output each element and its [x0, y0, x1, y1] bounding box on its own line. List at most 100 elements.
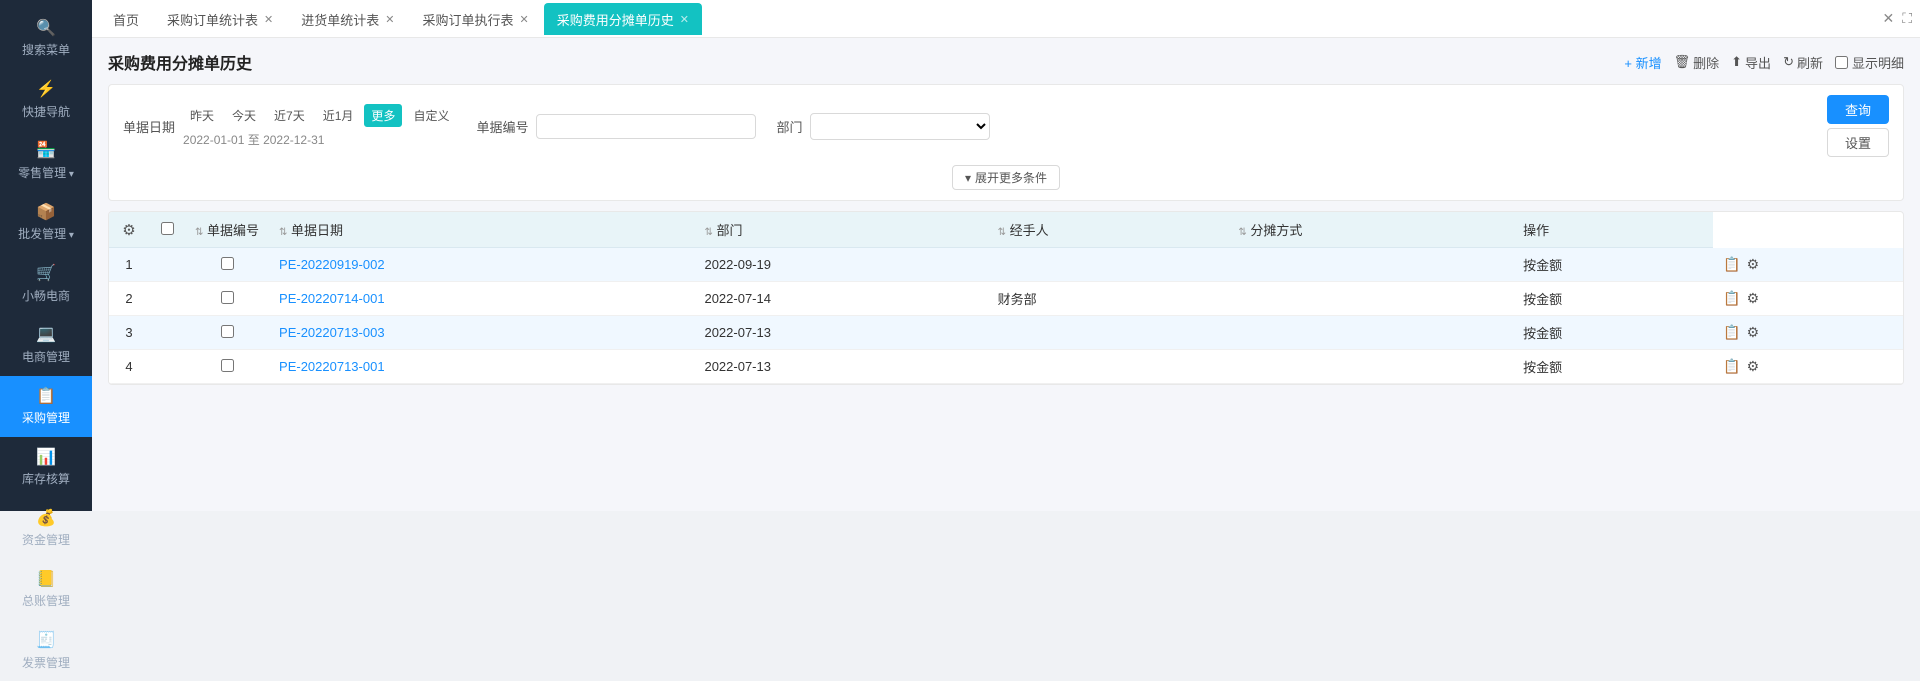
row-edit-btn-0[interactable]: 📋: [1723, 256, 1740, 273]
tab-purchase-fee-history[interactable]: 采购费用分摊单历史 ✕: [544, 3, 702, 35]
row-actions-3: 📋 ⚙: [1713, 350, 1903, 384]
sidebar-item-invoice[interactable]: 🧾发票管理: [0, 620, 92, 681]
col-header-doc-no: ⇅ 单据编号: [185, 212, 269, 248]
refresh-icon: ↻: [1783, 54, 1794, 70]
row-split-method-3: 按金额: [1513, 350, 1713, 384]
sidebar-item-label: 资金管理: [22, 533, 70, 547]
tab-purchase-order-stats[interactable]: 采购订单统计表✕: [154, 3, 286, 35]
tab-close-purchase-goods-stats[interactable]: ✕: [385, 13, 394, 26]
col-header-actions: 操作: [1513, 212, 1713, 248]
sort-icon-split[interactable]: ⇅: [1238, 227, 1246, 238]
maximize-window-icon[interactable]: ⛶: [1902, 10, 1912, 27]
sidebar-item-finance[interactable]: 💰资金管理: [0, 498, 92, 559]
row-more-btn-3[interactable]: ⚙: [1747, 358, 1760, 375]
sidebar-item-ledger[interactable]: 📒总账管理: [0, 559, 92, 620]
row-checkbox-3[interactable]: [221, 359, 234, 372]
sidebar-item-ecommerce-small[interactable]: 🛒小畅电商: [0, 253, 92, 314]
row-doc-date-0: 2022-09-19: [694, 248, 987, 282]
table-settings-icon[interactable]: ⚙: [122, 222, 135, 239]
row-split-method-0: 按金额: [1513, 248, 1713, 282]
date-btn-more[interactable]: 更多: [364, 104, 402, 127]
tab-purchase-order-exec[interactable]: 采购订单执行表✕: [409, 3, 541, 35]
query-button[interactable]: 查询: [1827, 95, 1889, 124]
dept-select[interactable]: [810, 113, 990, 140]
search-bar: 单据日期 昨天 今天 近7天 近1月 更多 自定义 2022-01-01 至 2…: [108, 84, 1904, 201]
row-check-0: [185, 248, 269, 282]
row-checkbox-0[interactable]: [221, 257, 234, 270]
date-field: 单据日期 昨天 今天 近7天 近1月 更多 自定义 2022-01-01 至 2…: [123, 104, 456, 148]
ecommerce-small-icon: 🛒: [4, 263, 88, 285]
row-edit-btn-2[interactable]: 📋: [1723, 324, 1740, 341]
tab-label-purchase-goods-stats: 进货单统计表: [301, 10, 379, 29]
row-edit-btn-3[interactable]: 📋: [1723, 358, 1740, 375]
sidebar-item-label: 采购管理: [22, 411, 70, 425]
row-setting-2: [149, 316, 185, 350]
row-setting-0: [149, 248, 185, 282]
tab-label-purchase-fee-history: 采购费用分摊单历史: [557, 10, 674, 29]
add-button[interactable]: + 新增: [1624, 53, 1661, 72]
date-btn-7days[interactable]: 近7天: [267, 104, 312, 127]
row-actions-2: 📋 ⚙: [1713, 316, 1903, 350]
tab-close-purchase-order-stats[interactable]: ✕: [264, 13, 273, 26]
date-btn-yesterday[interactable]: 昨天: [183, 104, 221, 127]
date-btn-custom[interactable]: 自定义: [406, 104, 456, 127]
tab-home[interactable]: 首页: [100, 3, 152, 35]
col-header-setting: ⚙: [109, 212, 149, 248]
row-handler-1: [1228, 282, 1513, 316]
shortcut-icon: ⚡: [4, 79, 88, 101]
ecommerce-icon: 💻: [4, 324, 88, 346]
doc-no-input[interactable]: [536, 114, 756, 139]
settings-button[interactable]: 设置: [1827, 128, 1889, 157]
chevron-down-icon: ▾: [965, 171, 971, 185]
show-columns-checkbox[interactable]: [1835, 56, 1848, 69]
table-row: 4 PE-20220713-001 2022-07-13 按金额 📋 ⚙: [109, 350, 1903, 384]
sidebar-item-label: 发票管理: [22, 656, 70, 670]
sidebar-item-ecommerce[interactable]: 💻电商管理: [0, 314, 92, 375]
show-columns-toggle[interactable]: 显示明细: [1835, 53, 1904, 72]
refresh-button[interactable]: ↻ 刷新: [1783, 53, 1823, 72]
row-split-method-1: 按金额: [1513, 282, 1713, 316]
row-checkbox-1[interactable]: [221, 291, 234, 304]
row-setting-3: [149, 350, 185, 384]
sidebar-item-search[interactable]: 🔍搜索菜单: [0, 8, 92, 69]
row-doc-date-3: 2022-07-13: [694, 350, 987, 384]
sort-icon-doc-date[interactable]: ⇅: [279, 227, 287, 238]
sidebar-item-label: 搜索菜单: [22, 43, 70, 57]
sidebar-item-retail[interactable]: 🏪零售管理 ▾: [0, 130, 92, 191]
doc-no-link-2[interactable]: PE-20220713-003: [279, 325, 385, 340]
sort-icon-dept[interactable]: ⇅: [704, 227, 712, 238]
row-doc-date-1: 2022-07-14: [694, 282, 987, 316]
export-button[interactable]: ⬆ 导出: [1731, 53, 1771, 72]
select-all-checkbox[interactable]: [161, 222, 174, 235]
close-window-icon[interactable]: ✕: [1882, 10, 1894, 27]
sidebar-item-inventory[interactable]: 📊库存核算: [0, 437, 92, 498]
row-more-btn-2[interactable]: ⚙: [1747, 324, 1760, 341]
col-header-handler: ⇅ 经手人: [988, 212, 1229, 248]
dept-label: 部门: [776, 117, 802, 136]
tab-close-purchase-order-exec[interactable]: ✕: [520, 13, 529, 26]
row-checkbox-2[interactable]: [221, 325, 234, 338]
tab-purchase-goods-stats[interactable]: 进货单统计表 ✕: [288, 3, 407, 35]
search-row: 单据日期 昨天 今天 近7天 近1月 更多 自定义 2022-01-01 至 2…: [123, 95, 1889, 157]
date-btn-today[interactable]: 今天: [225, 104, 263, 127]
sidebar-item-label: 零售管理: [18, 166, 66, 180]
row-actions-0: 📋 ⚙: [1713, 248, 1903, 282]
delete-button[interactable]: 🗑 删除: [1674, 53, 1720, 72]
row-more-btn-1[interactable]: ⚙: [1747, 290, 1760, 307]
sidebar-item-shortcut[interactable]: ⚡快捷导航: [0, 69, 92, 130]
sort-icon-handler[interactable]: ⇅: [998, 227, 1006, 238]
doc-no-link-0[interactable]: PE-20220919-002: [279, 257, 385, 272]
row-check-3: [185, 350, 269, 384]
expand-button[interactable]: ▾ 展开更多条件: [952, 165, 1060, 190]
sidebar-item-wholesale[interactable]: 📦批发管理 ▾: [0, 192, 92, 253]
doc-no-link-3[interactable]: PE-20220713-001: [279, 359, 385, 374]
doc-no-link-1[interactable]: PE-20220714-001: [279, 291, 385, 306]
date-btn-1month[interactable]: 近1月: [316, 104, 361, 127]
row-more-btn-0[interactable]: ⚙: [1747, 256, 1760, 273]
sort-icon-doc-no[interactable]: ⇅: [195, 227, 203, 238]
row-doc-no-3: PE-20220713-001: [269, 350, 694, 384]
tab-close-purchase-fee-history[interactable]: ✕: [680, 13, 689, 26]
sidebar-item-purchase[interactable]: 📋采购管理: [0, 376, 92, 437]
row-edit-btn-1[interactable]: 📋: [1723, 290, 1740, 307]
wholesale-icon: 📦: [4, 202, 88, 224]
